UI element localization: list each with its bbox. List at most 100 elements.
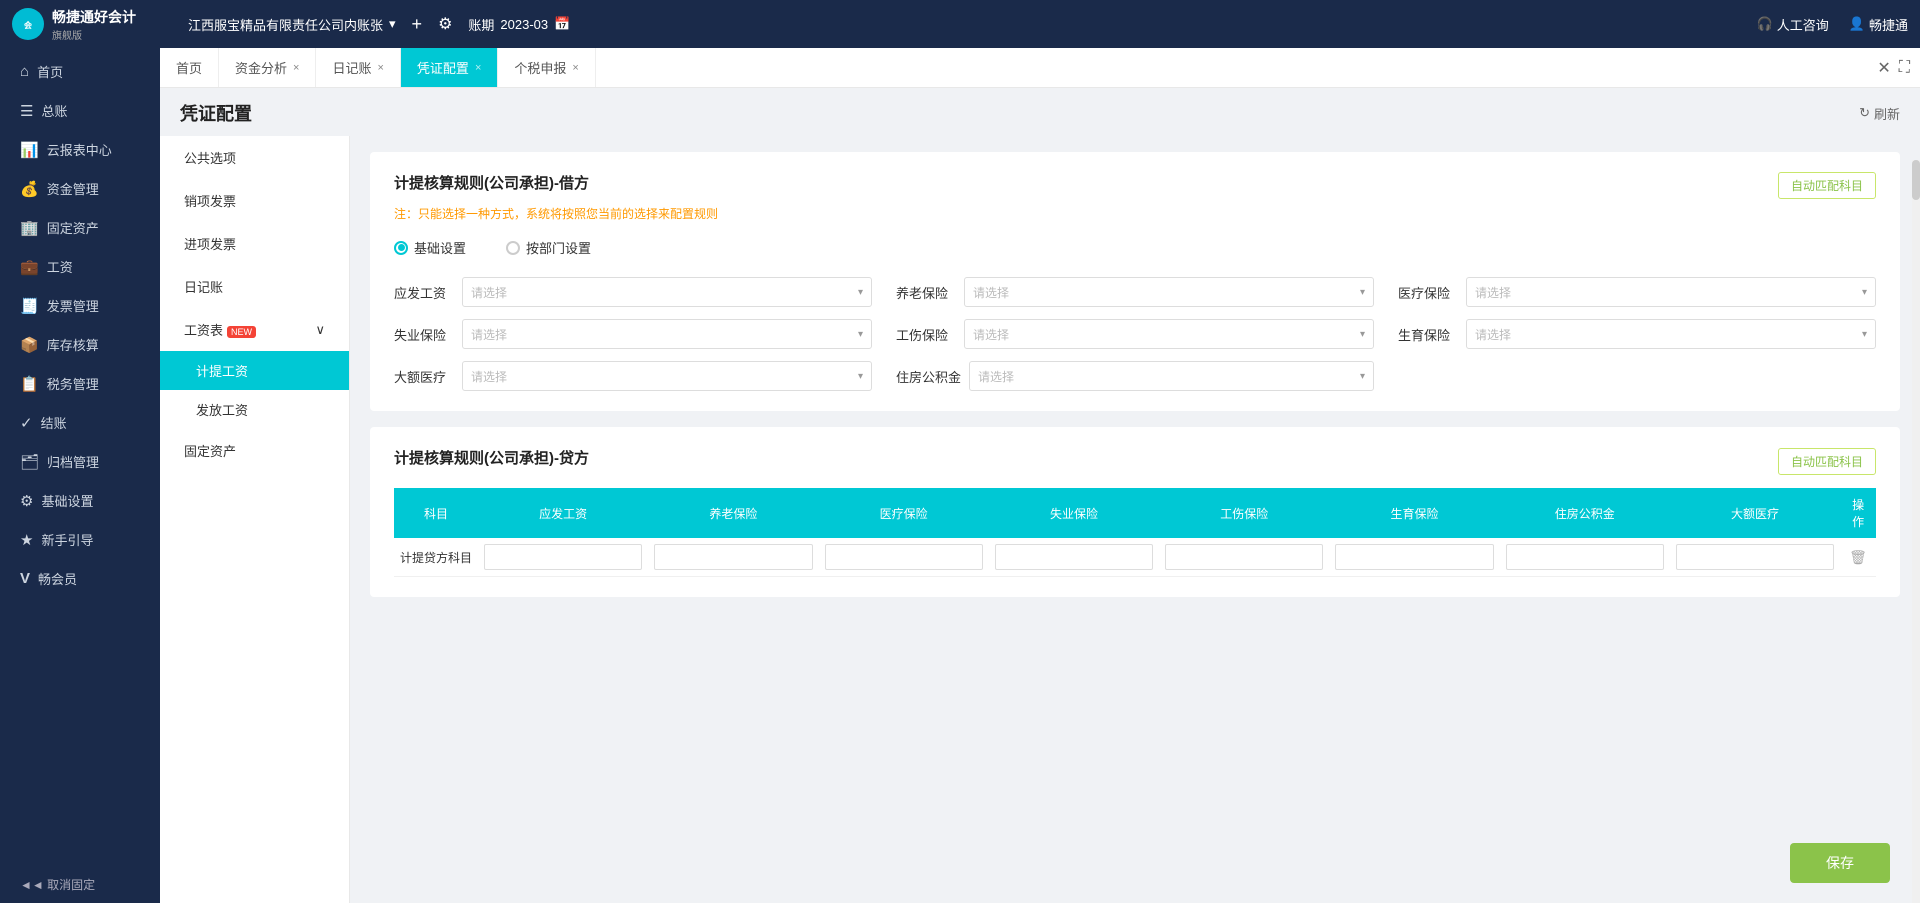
- sidebar-label-funds: 资金管理: [47, 179, 99, 198]
- sidebar-item-guide[interactable]: ★ 新手引导: [0, 520, 160, 559]
- input-credit-ylbx2[interactable]: [825, 544, 983, 570]
- sidebar-item-salary[interactable]: 💼 工资: [0, 247, 160, 286]
- tab-home[interactable]: 首页: [160, 48, 219, 87]
- period-value: 2023-03: [500, 17, 548, 32]
- company-selector[interactable]: 江西服宝精品有限责任公司内账张 ▾: [188, 15, 396, 34]
- sidebar-unpin-btn[interactable]: ◄◄ 取消固定: [0, 866, 160, 903]
- member-icon: V: [20, 570, 30, 587]
- calendar-icon[interactable]: 📅: [554, 16, 570, 32]
- select-sybx2-arrow: ▾: [1862, 329, 1867, 340]
- tab-close-btn[interactable]: ✕: [1877, 58, 1890, 78]
- scrollbar-track[interactable]: [1912, 160, 1920, 903]
- input-credit-gsbx[interactable]: [1165, 544, 1323, 570]
- input-credit-daly[interactable]: [1676, 544, 1834, 570]
- sidebar-item-ledger[interactable]: ☰ 总账: [0, 91, 160, 130]
- input-credit-ylbx[interactable]: [654, 544, 812, 570]
- sidebar-item-inventory[interactable]: 📦 库存核算: [0, 325, 160, 364]
- left-nav-fixed-assets[interactable]: 固定资产: [160, 429, 349, 472]
- left-nav-public[interactable]: 公共选项: [160, 136, 349, 179]
- radio-basic-circle: [394, 241, 408, 255]
- save-btn[interactable]: 保存: [1790, 843, 1890, 883]
- sidebar-label-member: 畅会员: [38, 569, 77, 588]
- sidebar-item-home[interactable]: ⌂ 首页: [0, 52, 160, 91]
- sidebar-item-assets[interactable]: 🏢 固定资产: [0, 208, 160, 247]
- input-credit-yfgz[interactable]: [484, 544, 642, 570]
- input-credit-sybx[interactable]: [995, 544, 1153, 570]
- tab-voucher-config[interactable]: 凭证配置 ×: [401, 48, 498, 87]
- tab-label-journal: 日记账: [332, 58, 371, 77]
- left-nav-pay-salary[interactable]: 发放工资: [160, 390, 349, 429]
- settings-icon[interactable]: ⚙: [438, 14, 452, 34]
- select-yfgz-placeholder: 请选择: [471, 284, 507, 301]
- left-nav-journal[interactable]: 日记账: [160, 265, 349, 308]
- sidebar-item-tax[interactable]: 📋 税务管理: [0, 364, 160, 403]
- tab-close-journal[interactable]: ×: [377, 62, 383, 74]
- logo-area: 会 畅捷通好会计 旗舰版: [12, 7, 172, 42]
- left-nav-purchase-invoice[interactable]: 进项发票: [160, 222, 349, 265]
- form-row-zfgjj: 住房公积金 请选择 ▾: [896, 361, 1374, 391]
- select-sybx-arrow: ▾: [858, 329, 863, 340]
- auto-match-debit-btn[interactable]: 自动匹配科目: [1778, 172, 1876, 199]
- funds-icon: 💰: [20, 180, 39, 198]
- tab-tax-return[interactable]: 个税申报 ×: [498, 48, 595, 87]
- radio-dept[interactable]: 按部门设置: [506, 238, 591, 257]
- sidebar-label-guide: 新手引导: [41, 530, 93, 549]
- select-zfgjj[interactable]: 请选择 ▾: [969, 361, 1374, 391]
- sidebar-item-member[interactable]: V 畅会员: [0, 559, 160, 598]
- tab-journal[interactable]: 日记账 ×: [316, 48, 400, 87]
- sidebar-label-archive: 归档管理: [47, 452, 99, 471]
- main-layout: ⌂ 首页 ☰ 总账 📊 云报表中心 💰 资金管理 🏢 固定资产 💼 工资 🧾 发…: [0, 48, 1920, 903]
- tab-close-funds-analysis[interactable]: ×: [293, 62, 299, 74]
- user-btn[interactable]: 👤 畅捷通: [1849, 15, 1908, 34]
- sidebar-item-reports[interactable]: 📊 云报表中心: [0, 130, 160, 169]
- left-nav-salary-table[interactable]: 工资表NEW ∨: [160, 308, 349, 351]
- consulting-btn[interactable]: 🎧 人工咨询: [1757, 15, 1829, 34]
- select-yfgz[interactable]: 请选择 ▾: [462, 277, 872, 307]
- headset-icon: 🎧: [1757, 16, 1773, 32]
- tab-expand-btn[interactable]: ⛶: [1899, 59, 1910, 77]
- table-row: 计提贷方科目 🗑: [394, 538, 1876, 577]
- top-bar: 会 畅捷通好会计 旗舰版 江西服宝精品有限责任公司内账张 ▾ + ⚙ 账期 20…: [0, 0, 1920, 48]
- credit-section: 计提核算规则(公司承担)-贷方 自动匹配科目 科目 应发工资 养老保险 医疗保险…: [370, 427, 1900, 597]
- sidebar-label-inventory: 库存核算: [47, 335, 99, 354]
- period-area: 账期 2023-03 📅: [468, 15, 570, 34]
- scrollbar-thumb[interactable]: [1912, 160, 1920, 200]
- select-ylbx2[interactable]: 请选择 ▾: [1466, 277, 1876, 307]
- page-title: 凭证配置: [180, 100, 252, 126]
- left-nav-sales-invoice[interactable]: 销项发票: [160, 179, 349, 222]
- sidebar-label-close: 结账: [41, 413, 67, 432]
- radio-basic[interactable]: 基础设置: [394, 238, 466, 257]
- sidebar-label-salary: 工资: [47, 257, 73, 276]
- refresh-btn[interactable]: ↻ 刷新: [1859, 104, 1900, 123]
- sidebar-item-invoice[interactable]: 🧾 发票管理: [0, 286, 160, 325]
- sidebar-item-funds[interactable]: 💰 资金管理: [0, 169, 160, 208]
- select-sybx2[interactable]: 请选择 ▾: [1466, 319, 1876, 349]
- radio-dept-circle: [506, 241, 520, 255]
- form-row-gsbx: 工伤保险 请选择 ▾: [896, 319, 1374, 349]
- form-row-ylbx2: 医疗保险 请选择 ▾: [1398, 277, 1876, 307]
- cell-row-label: 计提贷方科目: [394, 538, 478, 577]
- cell-daly: [1670, 538, 1840, 577]
- tab-funds-analysis[interactable]: 资金分析 ×: [219, 48, 316, 87]
- cell-ylbx: [648, 538, 818, 577]
- tab-close-tax-return[interactable]: ×: [572, 62, 578, 74]
- input-credit-zfgjj[interactable]: [1506, 544, 1664, 570]
- sidebar-item-settings[interactable]: ⚙ 基础设置: [0, 481, 160, 520]
- tab-label-funds-analysis: 资金分析: [235, 58, 287, 77]
- auto-match-credit-btn[interactable]: 自动匹配科目: [1778, 448, 1876, 475]
- delete-row-btn[interactable]: 🗑: [1849, 549, 1867, 565]
- select-zfgjj-arrow: ▾: [1360, 371, 1365, 382]
- left-nav-calc-salary[interactable]: 计提工资: [160, 351, 349, 390]
- select-daly[interactable]: 请选择 ▾: [462, 361, 872, 391]
- select-sybx[interactable]: 请选择 ▾: [462, 319, 872, 349]
- input-credit-sybx2[interactable]: [1335, 544, 1493, 570]
- form-row-sybx2: 生育保险 请选择 ▾: [1398, 319, 1876, 349]
- label-ylbx2: 医疗保险: [1398, 283, 1458, 302]
- add-btn[interactable]: +: [412, 14, 423, 35]
- sidebar-item-archive[interactable]: 🗂 归档管理: [0, 442, 160, 481]
- select-gsbx[interactable]: 请选择 ▾: [964, 319, 1374, 349]
- select-ylbx[interactable]: 请选择 ▾: [964, 277, 1374, 307]
- sidebar-item-close[interactable]: ✓ 结账: [0, 403, 160, 442]
- tab-close-voucher-config[interactable]: ×: [475, 62, 481, 74]
- sidebar-label-tax: 税务管理: [47, 374, 99, 393]
